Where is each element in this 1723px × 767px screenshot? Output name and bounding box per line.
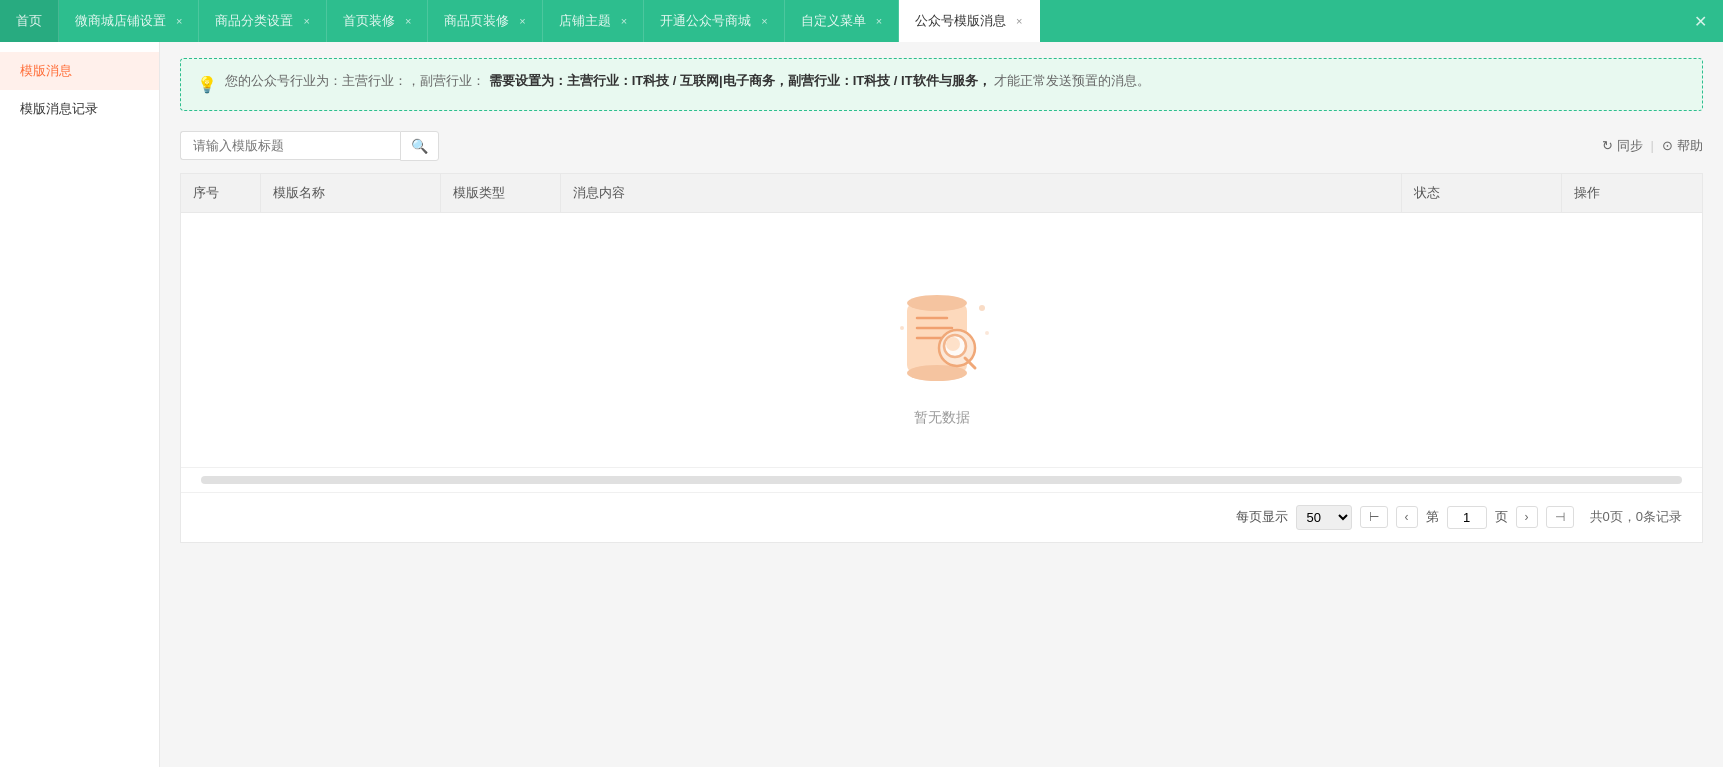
tab-template-msg-close[interactable]: × bbox=[1016, 15, 1022, 27]
page-total: 共0页，0条记录 bbox=[1590, 508, 1682, 526]
page-last-button[interactable]: ⊣ bbox=[1546, 506, 1574, 528]
svg-point-2 bbox=[907, 295, 967, 311]
tab-product-category-close[interactable]: × bbox=[303, 15, 309, 27]
tab-shop-setting-close[interactable]: × bbox=[176, 15, 182, 27]
col-action: 操作 bbox=[1562, 174, 1702, 212]
pagination: 每页显示 50 20 100 ⊢ ‹ 第 页 › ⊣ 共0页，0条记录 bbox=[181, 492, 1702, 542]
sidebar-item-template-record[interactable]: 模版消息记录 bbox=[0, 90, 159, 128]
tab-product-decor-close[interactable]: × bbox=[519, 15, 525, 27]
sync-icon: ↻ bbox=[1602, 138, 1613, 153]
empty-text: 暂无数据 bbox=[914, 409, 970, 427]
notice-highlight: 需要设置为：主营行业：IT科技 / 互联网|电子商务，副营行业：IT科技 / I… bbox=[489, 73, 991, 88]
sidebar-item-template-record-label: 模版消息记录 bbox=[20, 101, 98, 116]
tab-shop-theme-close[interactable]: × bbox=[621, 15, 627, 27]
svg-point-13 bbox=[985, 331, 989, 335]
page-next-button[interactable]: › bbox=[1516, 506, 1538, 528]
notice-suffix: 才能正常发送预置的消息。 bbox=[994, 73, 1150, 88]
svg-point-3 bbox=[907, 365, 967, 381]
notice-prefix: 您的公众号行业为：主营行业：，副营行业： bbox=[225, 73, 485, 88]
search-bar: 🔍 ↻ 同步 | ⊙ 帮助 bbox=[180, 131, 1703, 161]
horizontal-scrollbar[interactable] bbox=[201, 476, 1682, 484]
tab-custom-menu-close[interactable]: × bbox=[876, 15, 882, 27]
notice-banner: 💡 您的公众号行业为：主营行业：，副营行业： 需要设置为：主营行业：IT科技 /… bbox=[180, 58, 1703, 111]
tab-shop-setting[interactable]: 微商城店铺设置 × bbox=[59, 0, 199, 42]
help-button[interactable]: ⊙ 帮助 bbox=[1662, 137, 1703, 155]
tab-product-decor-label: 商品页装修 bbox=[444, 12, 509, 30]
sidebar-item-template-msg[interactable]: 模版消息 bbox=[0, 52, 159, 90]
col-name: 模版名称 bbox=[261, 174, 441, 212]
page-first-button[interactable]: ⊢ bbox=[1360, 506, 1388, 528]
empty-state: 暂无数据 bbox=[181, 213, 1702, 467]
tab-open-mall[interactable]: 开通公众号商城 × bbox=[644, 0, 784, 42]
svg-point-11 bbox=[979, 305, 985, 311]
search-button[interactable]: 🔍 bbox=[400, 131, 439, 161]
tab-home-decor[interactable]: 首页装修 × bbox=[327, 0, 428, 42]
tab-home[interactable]: 首页 bbox=[0, 0, 59, 42]
tab-bar-close-all[interactable]: ✕ bbox=[1678, 12, 1723, 31]
tab-shop-theme[interactable]: 店铺主题 × bbox=[543, 0, 644, 42]
tab-open-mall-close[interactable]: × bbox=[761, 15, 767, 27]
svg-point-12 bbox=[900, 326, 904, 330]
svg-point-10 bbox=[946, 337, 960, 351]
tab-custom-menu[interactable]: 自定义菜单 × bbox=[785, 0, 899, 42]
page-unit: 页 bbox=[1495, 508, 1508, 526]
sync-label: 同步 bbox=[1617, 137, 1643, 155]
scrollbar-area bbox=[181, 467, 1702, 492]
col-type: 模版类型 bbox=[441, 174, 561, 212]
tab-product-decor[interactable]: 商品页装修 × bbox=[428, 0, 542, 42]
tab-open-mall-label: 开通公众号商城 bbox=[660, 12, 751, 30]
tab-custom-menu-label: 自定义菜单 bbox=[801, 12, 866, 30]
col-status: 状态 bbox=[1402, 174, 1562, 212]
tab-home-label: 首页 bbox=[16, 12, 42, 30]
notice-text: 您的公众号行业为：主营行业：，副营行业： 需要设置为：主营行业：IT科技 / 互… bbox=[225, 71, 1150, 92]
page-input[interactable] bbox=[1447, 506, 1487, 529]
table-container: 序号 模版名称 模版类型 消息内容 状态 操作 bbox=[180, 173, 1703, 543]
page-size-label: 每页显示 bbox=[1236, 508, 1288, 526]
help-label: 帮助 bbox=[1677, 137, 1703, 155]
col-index: 序号 bbox=[181, 174, 261, 212]
page-size-select[interactable]: 50 20 100 bbox=[1296, 505, 1352, 530]
table-header: 序号 模版名称 模版类型 消息内容 状态 操作 bbox=[181, 174, 1702, 213]
notice-icon: 💡 bbox=[197, 72, 217, 98]
tab-product-category-label: 商品分类设置 bbox=[215, 12, 293, 30]
sidebar: 模版消息 模版消息记录 bbox=[0, 42, 160, 767]
col-content: 消息内容 bbox=[561, 174, 1402, 212]
sidebar-item-template-msg-label: 模版消息 bbox=[20, 63, 72, 78]
page-prev-button[interactable]: ‹ bbox=[1396, 506, 1418, 528]
tab-home-decor-close[interactable]: × bbox=[405, 15, 411, 27]
tab-template-msg[interactable]: 公众号模版消息 × bbox=[899, 0, 1039, 42]
tab-shop-setting-label: 微商城店铺设置 bbox=[75, 12, 166, 30]
empty-illustration bbox=[882, 273, 1002, 393]
search-input[interactable] bbox=[180, 131, 400, 160]
help-icon: ⊙ bbox=[1662, 138, 1673, 153]
tab-home-decor-label: 首页装修 bbox=[343, 12, 395, 30]
sync-button[interactable]: ↻ 同步 bbox=[1602, 137, 1643, 155]
search-left: 🔍 bbox=[180, 131, 439, 161]
tab-bar: 首页 微商城店铺设置 × 商品分类设置 × 首页装修 × 商品页装修 × 店铺主… bbox=[0, 0, 1723, 42]
tab-product-category[interactable]: 商品分类设置 × bbox=[199, 0, 326, 42]
search-icon: 🔍 bbox=[411, 138, 428, 154]
search-right: ↻ 同步 | ⊙ 帮助 bbox=[1602, 137, 1703, 155]
main-layout: 模版消息 模版消息记录 💡 您的公众号行业为：主营行业：，副营行业： 需要设置为… bbox=[0, 42, 1723, 767]
tab-shop-theme-label: 店铺主题 bbox=[559, 12, 611, 30]
content-area: 💡 您的公众号行业为：主营行业：，副营行业： 需要设置为：主营行业：IT科技 /… bbox=[160, 42, 1723, 767]
divider: | bbox=[1651, 138, 1654, 153]
tab-template-msg-label: 公众号模版消息 bbox=[915, 12, 1006, 30]
page-label: 第 bbox=[1426, 508, 1439, 526]
